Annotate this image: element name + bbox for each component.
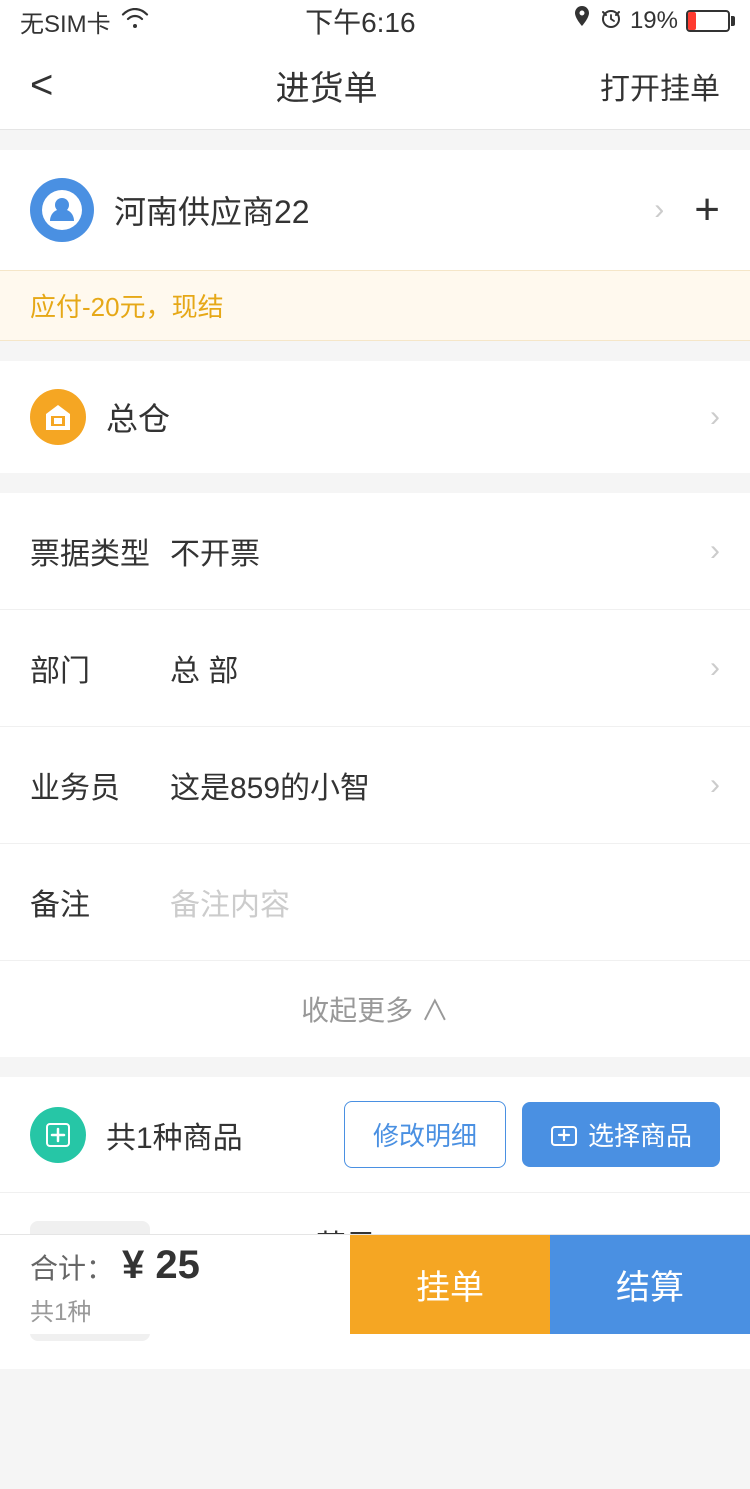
- supplier-section: 河南供应商22 › + 应付-20元，现结: [0, 150, 750, 341]
- products-header: 共1种商品 修改明细 选择商品: [0, 1077, 750, 1193]
- nav-bar: < 进货单 打开挂单: [0, 42, 750, 130]
- warehouse-name: 总仓: [106, 394, 710, 440]
- supplier-row[interactable]: 河南供应商22 › +: [0, 150, 750, 270]
- payment-warning: 应付-20元，现结: [0, 270, 750, 341]
- status-time: 下午6:16: [305, 1, 416, 41]
- warehouse-row[interactable]: 总仓 ›: [0, 361, 750, 473]
- supplier-name: 河南供应商22: [114, 187, 654, 233]
- section-divider-1: [0, 130, 750, 150]
- total-section: 合计： ¥ 25 共1种: [0, 1235, 350, 1334]
- remarks-row[interactable]: 备注 备注内容: [0, 844, 750, 960]
- total-amount: ¥ 25: [122, 1243, 200, 1288]
- invoice-type-value: 不开票: [150, 529, 700, 573]
- department-chevron-icon: ›: [710, 651, 720, 685]
- wifi-icon: [121, 7, 149, 35]
- alarm-icon: [600, 7, 622, 36]
- remarks-label: 备注: [30, 880, 150, 924]
- section-divider-3: [0, 473, 750, 493]
- hang-order-button[interactable]: 挂单: [350, 1235, 550, 1334]
- form-section: 票据类型 不开票 › 部门 总 部 › 业务员 这是859的小智 › 备注 备注…: [0, 493, 750, 960]
- select-product-label: 选择商品: [588, 1116, 692, 1153]
- supplier-chevron-icon: ›: [654, 193, 664, 227]
- warehouse-icon: [30, 389, 86, 445]
- open-hang-button[interactable]: 打开挂单: [600, 64, 720, 108]
- salesperson-row[interactable]: 业务员 这是859的小智 ›: [0, 727, 750, 844]
- add-supplier-button[interactable]: +: [694, 185, 720, 235]
- total-label: 合计：: [30, 1247, 114, 1287]
- total-count: 共1种: [30, 1292, 320, 1327]
- department-label: 部门: [30, 646, 150, 690]
- page-title: 进货单: [276, 61, 378, 110]
- salesperson-chevron-icon: ›: [710, 768, 720, 802]
- department-value: 总 部: [150, 646, 700, 690]
- select-product-button[interactable]: 选择商品: [522, 1102, 720, 1167]
- checkout-button[interactable]: 结算: [550, 1235, 750, 1334]
- warehouse-section: 总仓 ›: [0, 361, 750, 473]
- modify-detail-button[interactable]: 修改明细: [344, 1101, 506, 1168]
- back-button[interactable]: <: [30, 63, 53, 108]
- battery-percent: 19%: [630, 7, 678, 35]
- supplier-avatar: [30, 178, 94, 242]
- warehouse-chevron-icon: ›: [710, 400, 720, 434]
- carrier-label: 无SIM卡: [20, 4, 111, 39]
- select-product-icon: [550, 1121, 578, 1149]
- status-bar: 无SIM卡 下午6:16 19%: [0, 0, 750, 42]
- invoice-type-chevron-icon: ›: [710, 534, 720, 568]
- remarks-input[interactable]: 备注内容: [150, 880, 720, 924]
- product-count-icon: [30, 1107, 86, 1163]
- salesperson-label: 业务员: [30, 763, 150, 807]
- bottom-bar: 合计： ¥ 25 共1种 挂单 结算: [0, 1234, 750, 1334]
- status-left: 无SIM卡: [20, 4, 149, 39]
- bottom-spacer: [0, 1369, 750, 1489]
- salesperson-value: 这是859的小智: [150, 763, 700, 807]
- department-row[interactable]: 部门 总 部 ›: [0, 610, 750, 727]
- collapse-row[interactable]: 收起更多 ∧: [0, 960, 750, 1057]
- total-line: 合计： ¥ 25: [30, 1243, 320, 1288]
- location-icon: [572, 6, 592, 37]
- status-right: 19%: [572, 6, 730, 37]
- product-count-text: 共1种商品: [106, 1113, 344, 1157]
- section-divider-2: [0, 341, 750, 361]
- invoice-type-row[interactable]: 票据类型 不开票 ›: [0, 493, 750, 610]
- invoice-type-label: 票据类型: [30, 529, 150, 573]
- battery-icon: [686, 10, 730, 32]
